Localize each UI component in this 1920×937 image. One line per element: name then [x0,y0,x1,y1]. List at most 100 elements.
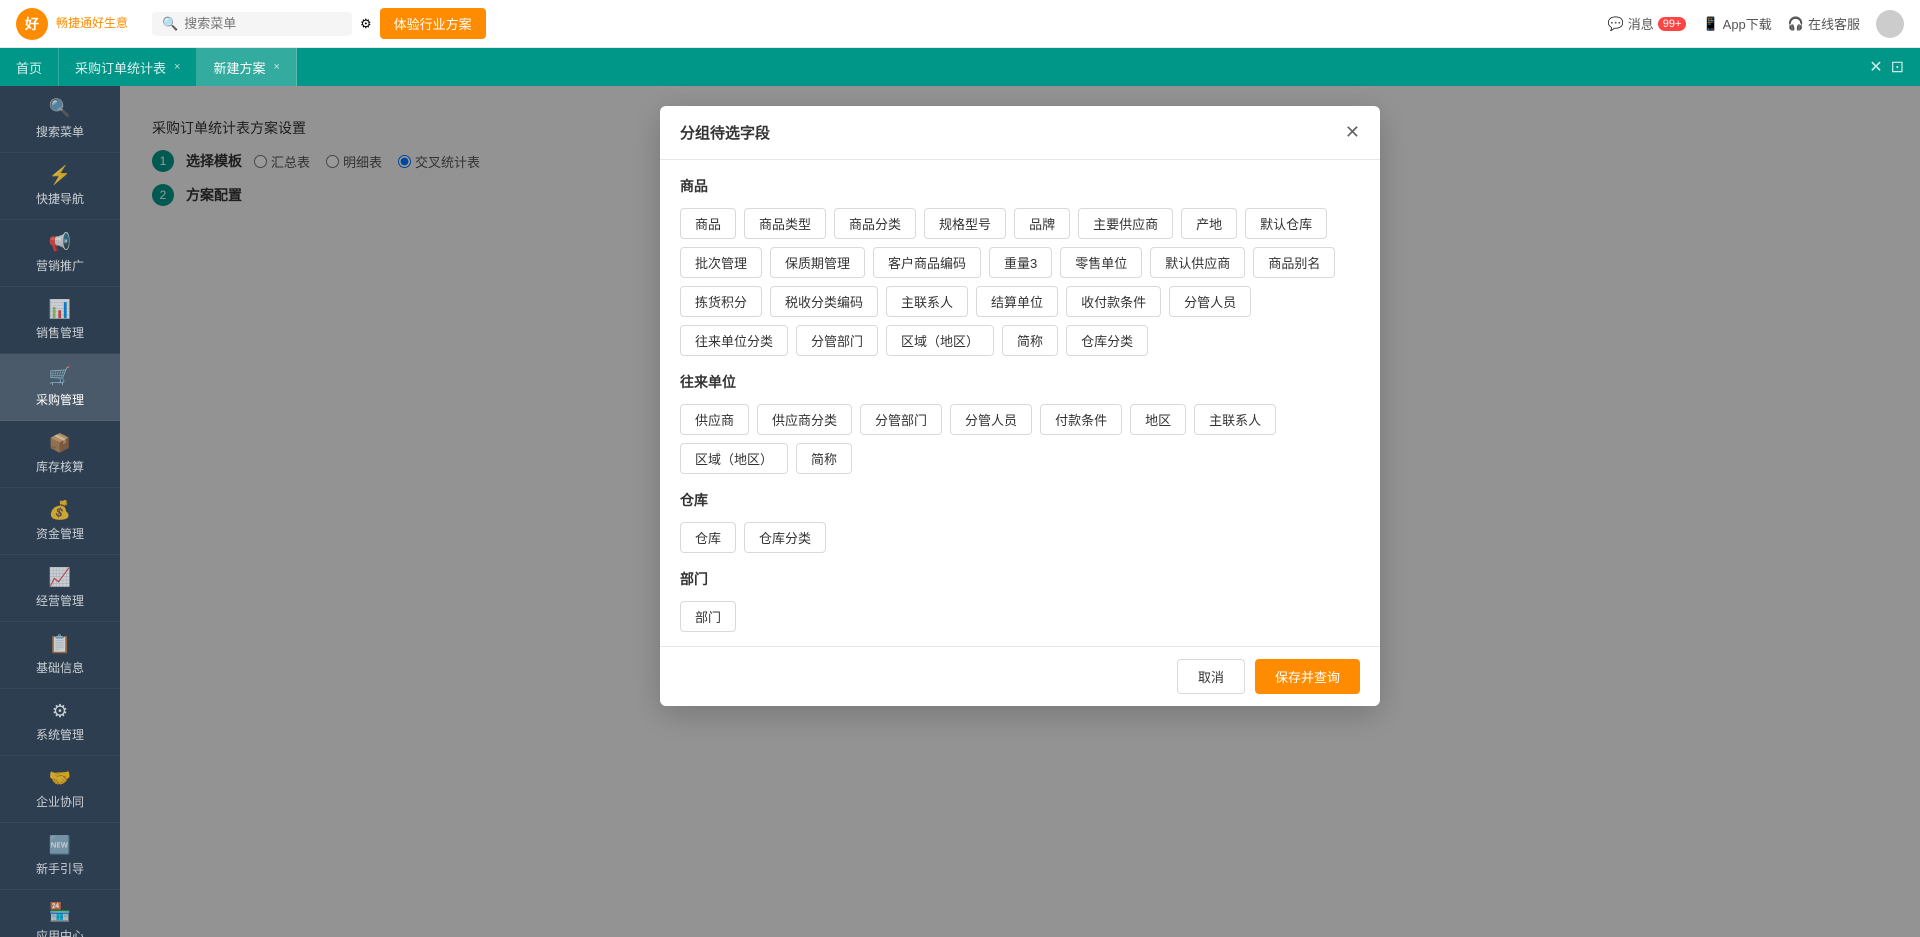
tag-region2[interactable]: 地区 [1130,404,1186,435]
tag-warehouse-cat[interactable]: 仓库分类 [744,522,826,553]
tag-retail-unit[interactable]: 零售单位 [1060,247,1142,278]
tag-abbr[interactable]: 简称 [1002,325,1058,356]
sidebar-item-search[interactable]: 🔍 搜索菜单 [0,86,120,153]
tag-brand[interactable]: 品牌 [1014,208,1070,239]
tag-main-contact[interactable]: 主联系人 [886,286,968,317]
dialog-body: 商品 商品 商品类型 商品分类 规格型号 品牌 主要供应商 产地 默认仓库 批次… [660,160,1380,646]
tab-new-plan[interactable]: 新建方案 × [197,48,296,86]
sidebar-item-purchase-label: 采购管理 [36,391,84,408]
tag-dept-item[interactable]: 部门 [680,601,736,632]
topbar-right: 💬 消息 99+ 📱 App下载 🎧 在线客服 [1608,10,1904,38]
cancel-button[interactable]: 取消 [1177,659,1245,694]
topbar-search-input[interactable] [184,16,324,31]
tab-home[interactable]: 首页 [0,48,59,86]
dialog-close-button[interactable]: ✕ [1345,122,1360,143]
search-icon: 🔍 [49,98,71,119]
tag-pick-score[interactable]: 拣货积分 [680,286,762,317]
guide-icon: 🆕 [49,835,71,856]
tag-default-warehouse[interactable]: 默认仓库 [1245,208,1327,239]
tag-product-category[interactable]: 商品分类 [834,208,916,239]
tag-tax-code[interactable]: 税收分类编码 [770,286,878,317]
tab-new-plan-close[interactable]: × [273,61,279,73]
tab-purchase-stats[interactable]: 采购订单统计表 × [59,48,197,86]
tag-batch-mgmt[interactable]: 批次管理 [680,247,762,278]
sidebar-item-operations[interactable]: 📈 经营管理 [0,555,120,622]
sidebar-item-basic[interactable]: 📋 基础信息 [0,622,120,689]
message-item[interactable]: 💬 消息 99+ [1608,14,1687,33]
tag-warehouse-category[interactable]: 仓库分类 [1066,325,1148,356]
sidebar-item-marketing-label: 营销推广 [36,257,84,274]
tag-spec-type[interactable]: 规格型号 [924,208,1006,239]
tag-main-contact2[interactable]: 主联系人 [1194,404,1276,435]
tabbar-actions: ✕ ⊡ [1869,57,1920,77]
tag-payment-terms[interactable]: 收付款条件 [1066,286,1161,317]
section-product-title: 商品 [680,176,1360,196]
tag-manage-dept[interactable]: 分管部门 [860,404,942,435]
tag-from-unit-category[interactable]: 往来单位分类 [680,325,788,356]
sidebar-item-cooperation[interactable]: 🤝 企业协同 [0,756,120,823]
section-warehouse-title: 仓库 [680,490,1360,510]
settings-icon[interactable]: ⚙ [360,16,372,32]
sidebar-item-sales-label: 销售管理 [36,324,84,341]
tag-manager[interactable]: 分管人员 [1169,286,1251,317]
purchase-icon: 🛒 [49,366,71,387]
sidebar-item-finance[interactable]: 💰 资金管理 [0,488,120,555]
confirm-button[interactable]: 保存并查询 [1255,659,1360,694]
topbar: 好 畅捷通好生意 🔍 ⚙ 体验行业方案 💬 消息 99+ 📱 App下载 🎧 在… [0,0,1920,48]
message-icon: 💬 [1608,16,1624,32]
section-counterparty-tags: 供应商 供应商分类 分管部门 分管人员 付款条件 地区 主联系人 区域（地区） … [680,404,1360,474]
tag-product-type[interactable]: 商品类型 [744,208,826,239]
app-download-item[interactable]: 📱 App下载 [1702,14,1771,33]
tag-origin[interactable]: 产地 [1181,208,1237,239]
tag-abbr2[interactable]: 简称 [796,443,852,474]
expand-icon[interactable]: ⊡ [1891,57,1904,77]
avatar[interactable] [1876,10,1904,38]
section-warehouse-tags: 仓库 仓库分类 [680,522,1360,553]
tag-manage-person[interactable]: 分管人员 [950,404,1032,435]
tag-region-area[interactable]: 区域（地区） [886,325,994,356]
marketing-icon: 📢 [49,232,71,253]
tag-product[interactable]: 商品 [680,208,736,239]
tag-supplier[interactable]: 供应商 [680,404,749,435]
tag-payment-condition[interactable]: 付款条件 [1040,404,1122,435]
tag-customer-sku[interactable]: 客户商品编码 [873,247,981,278]
sidebar-item-guide[interactable]: 🆕 新手引导 [0,823,120,890]
section-counterparty-title: 往来单位 [680,372,1360,392]
sidebar-item-finance-label: 资金管理 [36,525,84,542]
tag-region-area2[interactable]: 区域（地区） [680,443,788,474]
tab-purchase-stats-label: 采购订单统计表 [75,58,166,77]
tag-product-alias[interactable]: 商品别名 [1253,247,1335,278]
tag-weight3[interactable]: 重量3 [989,247,1052,278]
basic-icon: 📋 [49,634,71,655]
sidebar-item-system[interactable]: ⚙ 系统管理 [0,689,120,756]
tag-settlement-unit[interactable]: 结算单位 [976,286,1058,317]
tag-default-supplier[interactable]: 默认供应商 [1150,247,1245,278]
sidebar-item-inventory[interactable]: 📦 库存核算 [0,421,120,488]
sidebar-item-appstore[interactable]: 🏪 应用中心 [0,890,120,937]
sidebar-item-sales[interactable]: 📊 销售管理 [0,287,120,354]
collapse-icon[interactable]: ✕ [1869,57,1882,77]
service-icon: 🎧 [1788,16,1804,32]
tag-main-supplier[interactable]: 主要供应商 [1078,208,1173,239]
shortcut-icon: ⚡ [49,165,71,186]
app-download-label: App下载 [1723,14,1772,33]
tab-purchase-stats-close[interactable]: × [174,61,180,73]
operations-icon: 📈 [49,567,71,588]
finance-icon: 💰 [49,500,71,521]
sidebar-item-search-label: 搜索菜单 [36,123,84,140]
online-service-item[interactable]: 🎧 在线客服 [1788,14,1860,33]
dialog-title: 分组待选字段 [680,122,770,143]
tag-warehouse[interactable]: 仓库 [680,522,736,553]
sidebar-item-purchase[interactable]: 🛒 采购管理 [0,354,120,421]
sidebar-item-shortcut[interactable]: ⚡ 快捷导航 [0,153,120,220]
sidebar-item-basic-label: 基础信息 [36,659,84,676]
tag-quality-mgmt[interactable]: 保质期管理 [770,247,865,278]
cooperation-icon: 🤝 [49,768,71,789]
inventory-icon: 📦 [49,433,71,454]
tag-supplier-category[interactable]: 供应商分类 [757,404,852,435]
tag-dept[interactable]: 分管部门 [796,325,878,356]
trial-button[interactable]: 体验行业方案 [380,8,486,39]
sidebar-item-guide-label: 新手引导 [36,860,84,877]
sidebar-item-marketing[interactable]: 📢 营销推广 [0,220,120,287]
sidebar-item-appstore-label: 应用中心 [36,927,84,937]
